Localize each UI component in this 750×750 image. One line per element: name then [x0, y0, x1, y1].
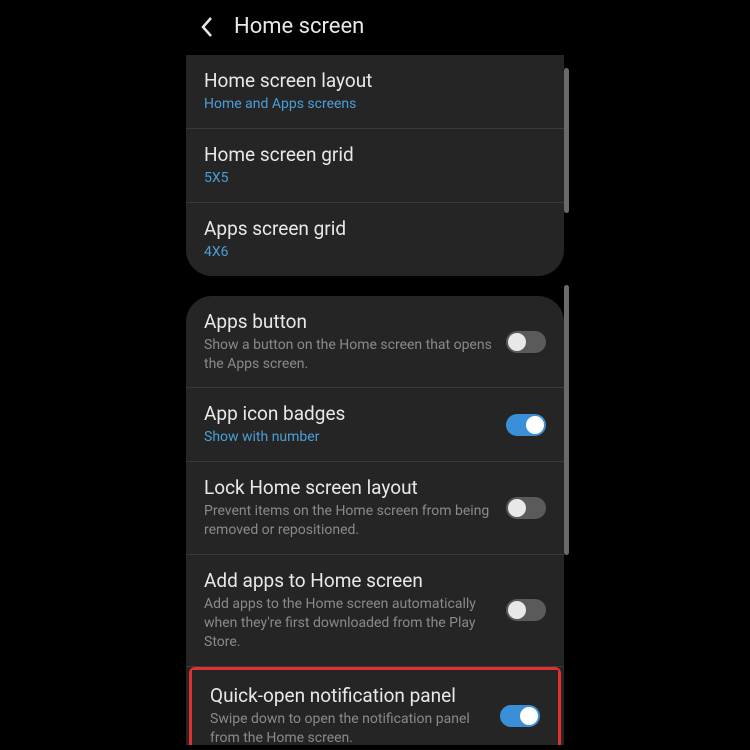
scrollbar-icon[interactable] — [564, 68, 569, 213]
setting-subtitle: Prevent items on the Home screen from be… — [204, 502, 494, 540]
setting-title: Add apps to Home screen — [204, 569, 494, 592]
setting-apps-screen-grid[interactable]: Apps screen grid 4X6 — [186, 203, 564, 276]
setting-title: Home screen layout — [204, 69, 546, 92]
setting-subtitle: 5X5 — [204, 169, 546, 188]
header: Home screen — [180, 0, 570, 55]
setting-subtitle: Show a button on the Home screen that op… — [204, 336, 494, 374]
setting-subtitle: 4X6 — [204, 243, 546, 262]
content-scroll[interactable]: Home screen layout Home and Apps screens… — [180, 55, 570, 745]
page-title: Home screen — [234, 14, 364, 39]
setting-add-apps-home[interactable]: Add apps to Home screen Add apps to the … — [186, 555, 564, 667]
setting-title: Quick-open notification panel — [210, 684, 488, 707]
scrollbar-icon[interactable] — [564, 285, 569, 555]
setting-subtitle: Show with number — [204, 428, 494, 447]
setting-home-screen-grid[interactable]: Home screen grid 5X5 — [186, 129, 564, 203]
section-options: Apps button Show a button on the Home sc… — [186, 296, 564, 745]
toggle-add-apps-home[interactable] — [506, 599, 546, 621]
back-icon[interactable] — [198, 18, 216, 36]
toggle-app-icon-badges[interactable] — [506, 414, 546, 436]
toggle-apps-button[interactable] — [506, 331, 546, 353]
setting-title: Lock Home screen layout — [204, 476, 494, 499]
section-layout: Home screen layout Home and Apps screens… — [186, 55, 564, 276]
setting-apps-button[interactable]: Apps button Show a button on the Home sc… — [186, 296, 564, 389]
setting-subtitle: Home and Apps screens — [204, 95, 546, 114]
setting-title: Apps button — [204, 310, 494, 333]
setting-lock-home-screen[interactable]: Lock Home screen layout Prevent items on… — [186, 462, 564, 555]
setting-app-icon-badges[interactable]: App icon badges Show with number — [186, 388, 564, 462]
setting-quick-open-notification[interactable]: Quick-open notification panel Swipe down… — [192, 670, 558, 745]
toggle-quick-open-notification[interactable] — [500, 705, 540, 727]
toggle-lock-home-screen[interactable] — [506, 497, 546, 519]
setting-subtitle: Swipe down to open the notification pane… — [210, 710, 488, 745]
setting-home-screen-layout[interactable]: Home screen layout Home and Apps screens — [186, 55, 564, 129]
highlight-quick-open: Quick-open notification panel Swipe down… — [189, 667, 561, 745]
setting-subtitle: Add apps to the Home screen automaticall… — [204, 595, 494, 652]
setting-title: App icon badges — [204, 402, 494, 425]
setting-title: Home screen grid — [204, 143, 546, 166]
phone-screen: Home screen Home screen layout Home and … — [180, 0, 570, 750]
setting-title: Apps screen grid — [204, 217, 546, 240]
